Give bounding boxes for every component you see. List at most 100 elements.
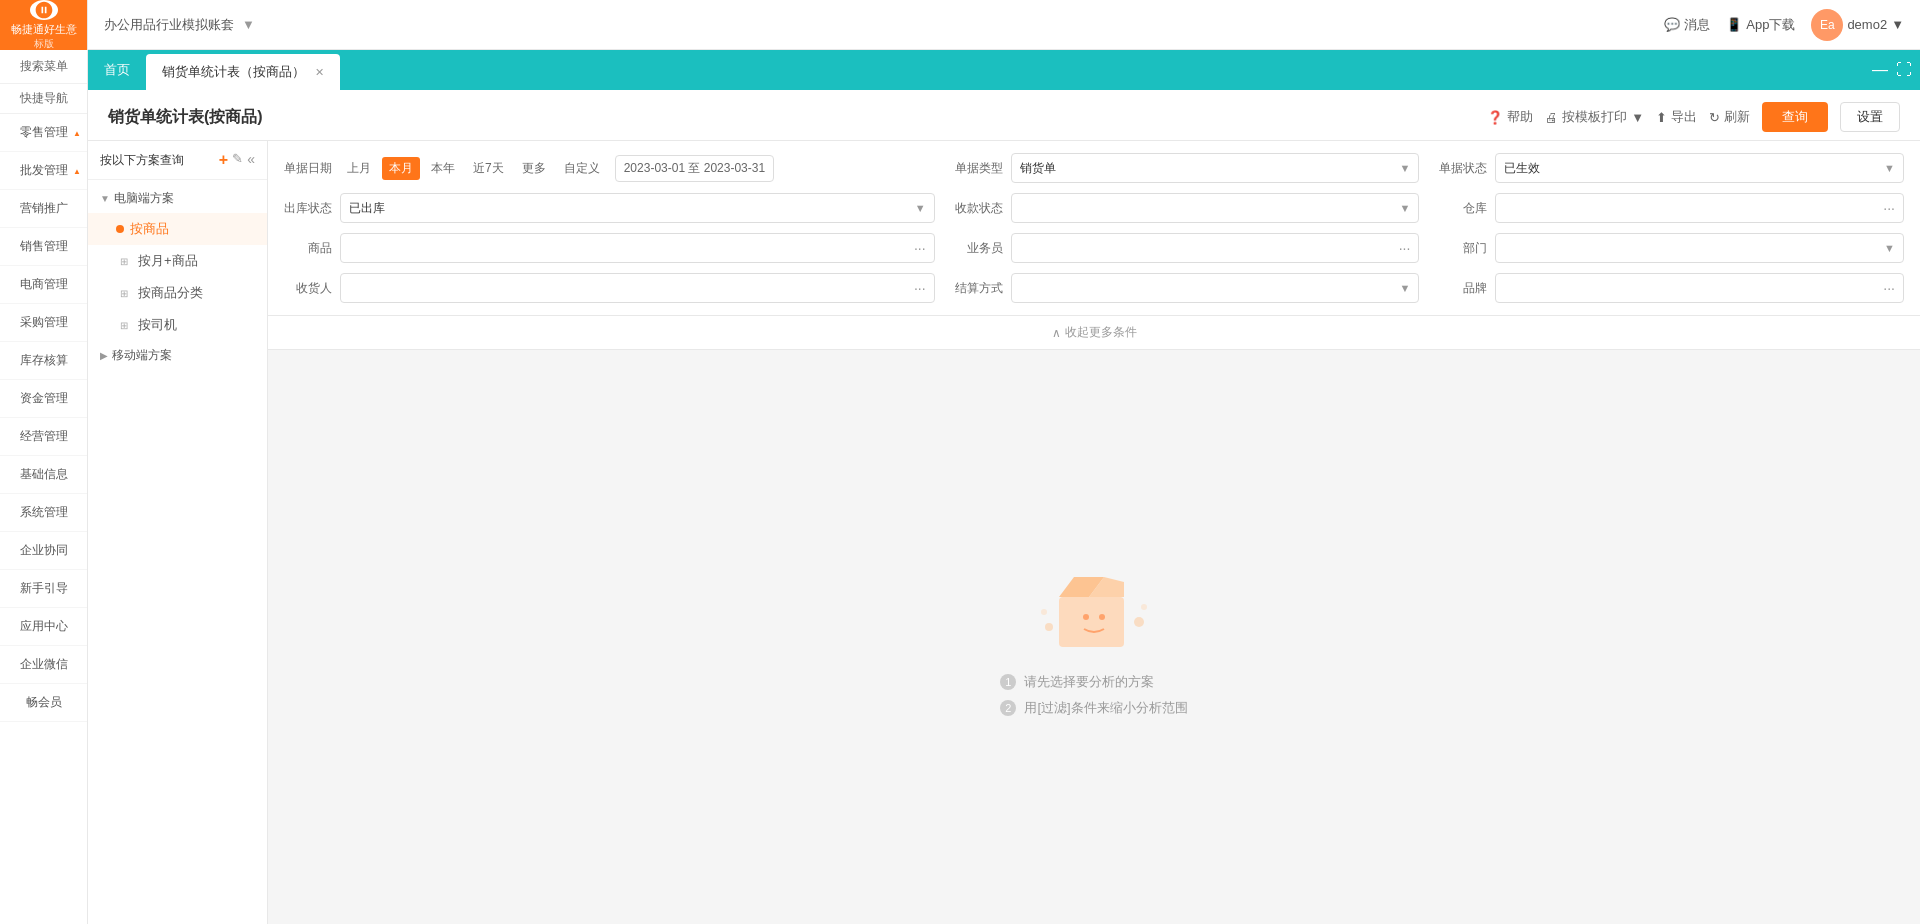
page-title: 销货单统计表(按商品)	[108, 107, 263, 128]
tab-maximize-button[interactable]: ⛶	[1896, 62, 1912, 78]
settlement-label: 结算方式	[955, 280, 1011, 297]
tip1-num: 1	[1000, 674, 1016, 690]
collapse-bar[interactable]: ∧ 收起更多条件	[268, 316, 1920, 350]
department-arrow-icon: ▼	[1884, 242, 1895, 254]
sidebar-quick-nav[interactable]: 快捷导航	[0, 84, 87, 114]
sidebar-item-10[interactable]: 系统管理	[0, 494, 87, 532]
outstatus-input[interactable]: 已出库 ▼	[340, 193, 935, 223]
docstatus-value: 已生效	[1504, 160, 1540, 177]
sidebar-item-9[interactable]: 基础信息	[0, 456, 87, 494]
sidebar-item-5[interactable]: 采购管理	[0, 304, 87, 342]
filter-row-1: 单据日期 上月 本月 本年 近7天 更多 自定义 20	[284, 153, 1904, 183]
outstatus-label: 出库状态	[284, 200, 340, 217]
sidebar-item-13[interactable]: 应用中心	[0, 608, 87, 646]
sidebar: 畅捷通好生意 标版 搜索菜单 快捷导航 零售管理批发管理营销推广销售管理电商管理…	[0, 0, 88, 924]
page-header: 销货单统计表(按商品) ❓ 帮助 🖨 按模板打印 ▼ ⬆ 导出 ↻ 刷新	[88, 90, 1920, 141]
department-label: 部门	[1439, 240, 1495, 257]
tree-item-label-month: 按月+商品	[138, 252, 198, 270]
page-actions: ❓ 帮助 🖨 按模板打印 ▼ ⬆ 导出 ↻ 刷新 查询 设置	[1487, 102, 1900, 132]
tree-arrow-mobile: ▶	[100, 350, 108, 361]
brand-dots-icon: ···	[1883, 280, 1895, 296]
date-tab-this-month[interactable]: 本月	[382, 157, 420, 180]
message-icon: 💬	[1664, 17, 1680, 32]
sidebar-search[interactable]: 搜索菜单	[0, 50, 87, 84]
sidebar-item-7[interactable]: 资金管理	[0, 380, 87, 418]
scheme-tree: ▼ 电脑端方案 按商品 ⊞ 按月+商品 ⊞ 按商品分类	[88, 180, 267, 374]
print-button[interactable]: 🖨 按模板打印 ▼	[1545, 108, 1644, 126]
tab-home[interactable]: 首页	[88, 50, 146, 90]
sidebar-item-6[interactable]: 库存核算	[0, 342, 87, 380]
empty-tip-1: 1 请先选择要分析的方案	[1000, 673, 1187, 691]
goods-input[interactable]: ···	[340, 233, 935, 263]
receiver-label: 收货人	[284, 280, 340, 297]
tree-item-by-goods[interactable]: 按商品	[88, 213, 267, 245]
doctype-input[interactable]: 销货单 ▼	[1011, 153, 1420, 183]
svg-point-5	[1134, 617, 1144, 627]
tree-arrow-desktop: ▼	[100, 193, 110, 204]
tree-parent-mobile[interactable]: ▶ 移动端方案	[88, 341, 267, 370]
sidebar-item-3[interactable]: 销售管理	[0, 228, 87, 266]
sidebar-item-11[interactable]: 企业协同	[0, 532, 87, 570]
tab-close-icon[interactable]: ✕	[315, 66, 324, 79]
add-scheme-button[interactable]: +	[219, 151, 228, 169]
sidebar-item-4[interactable]: 电商管理	[0, 266, 87, 304]
edit-scheme-button[interactable]: ✎	[232, 151, 243, 169]
sidebar-item-12[interactable]: 新手引导	[0, 570, 87, 608]
settings-button[interactable]: 设置	[1840, 102, 1900, 132]
date-tab-last-month[interactable]: 上月	[340, 157, 378, 180]
empty-text-container: 1 请先选择要分析的方案 2 用[过滤]条件来缩小分析范围	[1000, 673, 1187, 717]
user-menu[interactable]: Ea demo2 ▼	[1811, 9, 1904, 41]
filter-item-warehouse: 仓库 ···	[1439, 193, 1904, 223]
collectstatus-input[interactable]: ▼	[1011, 193, 1420, 223]
collapse-panel-button[interactable]: «	[247, 151, 255, 169]
svg-point-4	[1041, 609, 1047, 615]
help-button[interactable]: ❓ 帮助	[1487, 108, 1533, 126]
app-download-icon: 📱	[1726, 17, 1742, 32]
tree-item-month-goods[interactable]: ⊞ 按月+商品	[88, 245, 267, 277]
top-header: 办公用品行业模拟账套 ▼ 💬 消息 📱 App下载 Ea demo2 ▼	[88, 0, 1920, 50]
message-button[interactable]: 💬 消息	[1664, 16, 1710, 34]
goods-label: 商品	[284, 240, 340, 257]
sidebar-item-14[interactable]: 企业微信	[0, 646, 87, 684]
tree-parent-desktop[interactable]: ▼ 电脑端方案	[88, 184, 267, 213]
industry-dropdown-icon[interactable]: ▼	[242, 17, 255, 32]
left-panel-actions: + ✎ «	[219, 151, 255, 169]
filter-item-brand: 品牌 ···	[1439, 273, 1904, 303]
tab-report[interactable]: 销货单统计表（按商品） ✕	[146, 54, 340, 90]
tree-item-category[interactable]: ⊞ 按商品分类	[88, 277, 267, 309]
refresh-button[interactable]: ↻ 刷新	[1709, 108, 1750, 126]
salesperson-input[interactable]: ···	[1011, 233, 1420, 263]
tree-item-label-goods: 按商品	[130, 220, 169, 238]
docstatus-input[interactable]: 已生效 ▼	[1495, 153, 1904, 183]
date-tab-custom[interactable]: 自定义	[557, 157, 607, 180]
warehouse-input[interactable]: ···	[1495, 193, 1904, 223]
tree-item-driver[interactable]: ⊞ 按司机	[88, 309, 267, 341]
filter-item-settlement: 结算方式 ▼	[955, 273, 1420, 303]
sidebar-item-1[interactable]: 批发管理	[0, 152, 87, 190]
svg-point-2	[1099, 614, 1105, 620]
receiver-input[interactable]: ···	[340, 273, 935, 303]
sidebar-item-8[interactable]: 经营管理	[0, 418, 87, 456]
empty-tip-2: 2 用[过滤]条件来缩小分析范围	[1000, 699, 1187, 717]
export-button[interactable]: ⬆ 导出	[1656, 108, 1697, 126]
date-tab-7days[interactable]: 近7天	[466, 157, 511, 180]
outstatus-value: 已出库	[349, 200, 385, 217]
docstatus-arrow-icon: ▼	[1884, 162, 1895, 174]
filter-item-docstatus: 单据状态 已生效 ▼	[1439, 153, 1904, 183]
brand-input[interactable]: ···	[1495, 273, 1904, 303]
date-tab-this-year[interactable]: 本年	[424, 157, 462, 180]
logo: 畅捷通好生意 标版	[0, 0, 87, 50]
sidebar-item-0[interactable]: 零售管理	[0, 114, 87, 152]
settlement-arrow-icon: ▼	[1399, 282, 1410, 294]
sidebar-item-15[interactable]: 畅会员	[0, 684, 87, 722]
query-button[interactable]: 查询	[1762, 102, 1828, 132]
sidebar-item-2[interactable]: 营销推广	[0, 190, 87, 228]
empty-state: 1 请先选择要分析的方案 2 用[过滤]条件来缩小分析范围	[268, 350, 1920, 924]
tab-minimize-button[interactable]: —	[1872, 62, 1888, 78]
help-label: 帮助	[1507, 108, 1533, 126]
date-tab-more[interactable]: 更多	[515, 157, 553, 180]
item-icon-month: ⊞	[116, 253, 132, 269]
app-download-button[interactable]: 📱 App下载	[1726, 16, 1795, 34]
settlement-input[interactable]: ▼	[1011, 273, 1420, 303]
department-input[interactable]: ▼	[1495, 233, 1904, 263]
